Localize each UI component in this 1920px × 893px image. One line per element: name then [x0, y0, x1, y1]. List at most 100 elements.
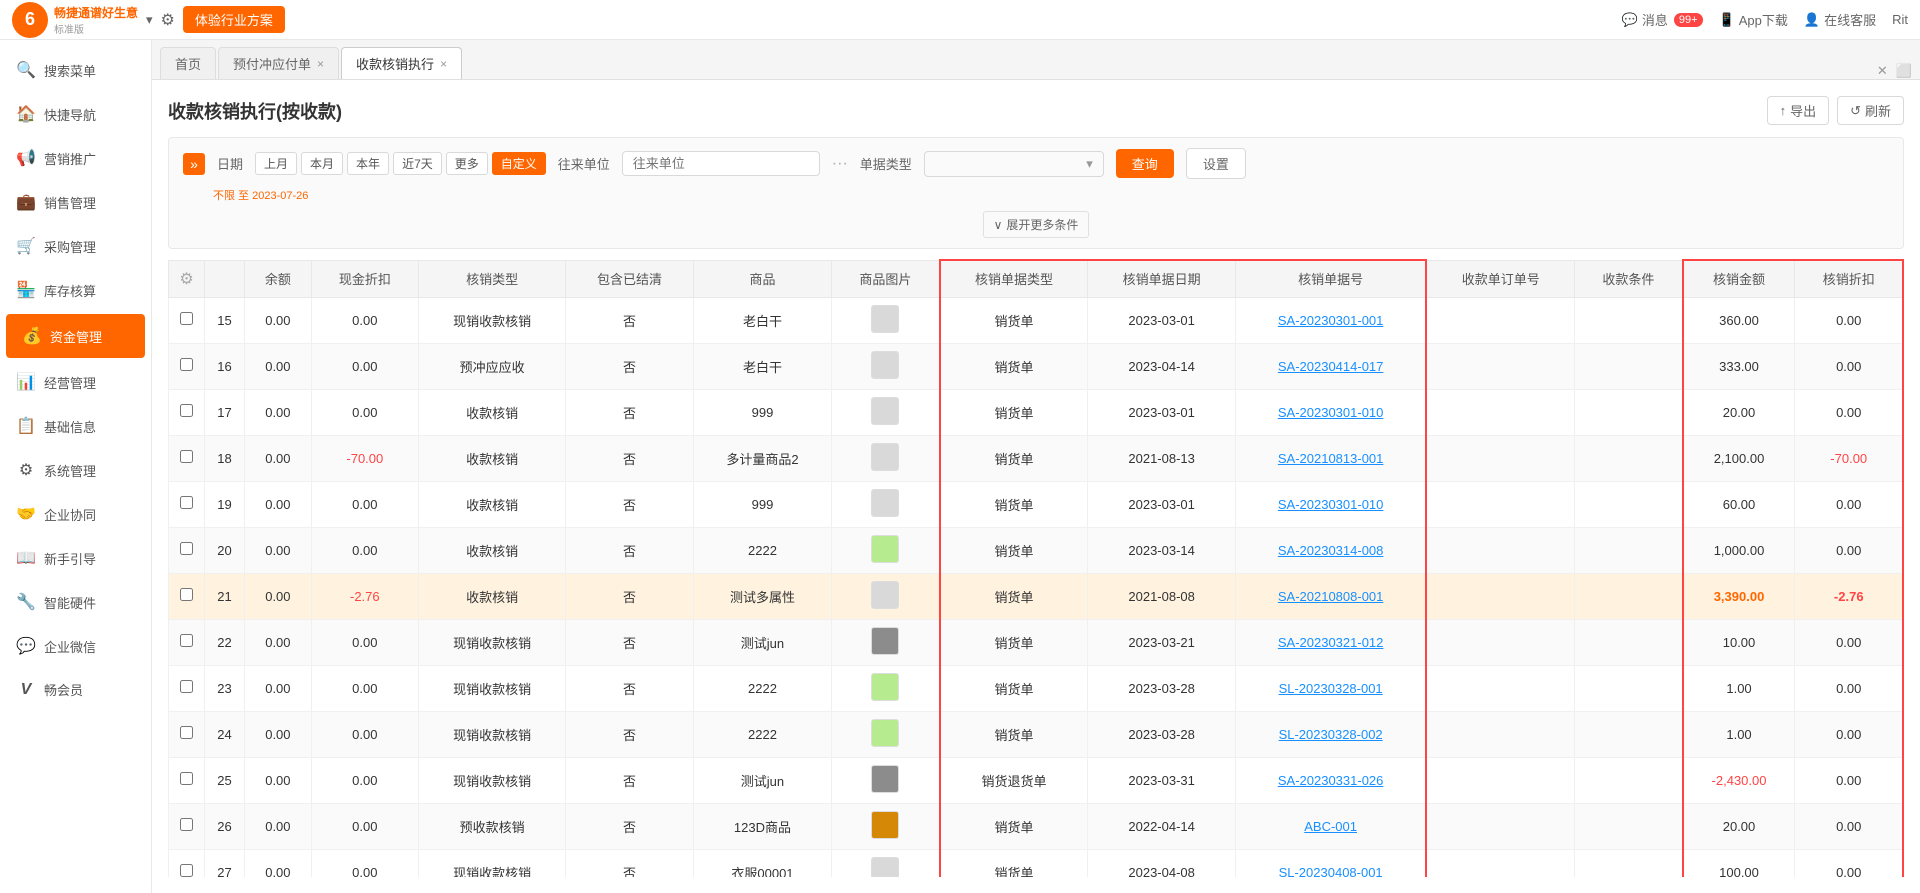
cell-checkbox[interactable]: [169, 297, 205, 343]
tab-collection-close[interactable]: ×: [440, 57, 447, 71]
cell-verify-number[interactable]: SL-20230408-001: [1235, 849, 1426, 877]
verify-number-link[interactable]: ABC-001: [1304, 819, 1357, 834]
cell-collection-condition: [1575, 297, 1683, 343]
cell-verify-number[interactable]: ABC-001: [1235, 803, 1426, 849]
verify-number-link[interactable]: SA-20230414-017: [1278, 359, 1384, 374]
sidebar-item-guide[interactable]: 📖 新手引导: [0, 536, 151, 580]
cell-verify-number[interactable]: SA-20230331-026: [1235, 757, 1426, 803]
cell-checkbox[interactable]: [169, 849, 205, 877]
expand-icon: ∨: [994, 218, 1003, 232]
cell-verify-number[interactable]: SL-20230328-002: [1235, 711, 1426, 757]
cell-checkbox[interactable]: [169, 573, 205, 619]
cell-verify-number[interactable]: SA-20210808-001: [1235, 573, 1426, 619]
query-btn[interactable]: 查询: [1116, 149, 1174, 178]
verify-number-link[interactable]: SA-20230331-026: [1278, 773, 1384, 788]
tab-collection[interactable]: 收款核销执行 ×: [341, 47, 462, 79]
cell-checkbox[interactable]: [169, 665, 205, 711]
sidebar-item-wechat[interactable]: 💬 企业微信: [0, 624, 151, 668]
voucher-type-select[interactable]: ▾: [924, 151, 1104, 177]
date-btn-this-year[interactable]: 本年: [347, 152, 389, 175]
message-group[interactable]: 💬 消息 99+: [1622, 10, 1703, 29]
cell-verify-number[interactable]: SA-20230414-017: [1235, 343, 1426, 389]
sidebar-item-inventory[interactable]: 🏪 库存核算: [0, 268, 151, 312]
cell-checkbox[interactable]: [169, 343, 205, 389]
verify-number-link[interactable]: SA-20210808-001: [1278, 589, 1384, 604]
cell-verify-number[interactable]: SA-20230314-008: [1235, 527, 1426, 573]
cell-checkbox[interactable]: [169, 389, 205, 435]
sidebar-item-hardware[interactable]: 🔧 智能硬件: [0, 580, 151, 624]
verify-number-link[interactable]: SA-20230321-012: [1278, 635, 1384, 650]
cell-checkbox[interactable]: [169, 711, 205, 757]
sidebar-item-marketing[interactable]: 📢 营销推广: [0, 136, 151, 180]
cell-checkbox[interactable]: [169, 435, 205, 481]
col-verify-date-header: 核销单据日期: [1088, 260, 1236, 297]
sidebar-item-corp[interactable]: 🤝 企业协同: [0, 492, 151, 536]
date-btn-more[interactable]: 更多: [446, 152, 488, 175]
verify-number-link[interactable]: SA-20230314-008: [1278, 543, 1384, 558]
window-expand-icon[interactable]: ⬜: [1896, 63, 1912, 79]
message-icon: 💬: [1622, 12, 1638, 28]
sidebar-item-purchase[interactable]: 🛒 采购管理: [0, 224, 151, 268]
sidebar-item-base[interactable]: 📋 基础信息: [0, 404, 151, 448]
user-group[interactable]: Rit: [1892, 12, 1908, 27]
cell-checkbox[interactable]: [169, 481, 205, 527]
cell-verify-amount: 2,100.00: [1683, 435, 1795, 481]
refresh-btn[interactable]: ↺ 刷新: [1837, 96, 1904, 125]
cell-verify-type: 现销收款核销: [418, 297, 566, 343]
col-settings-icon[interactable]: ⚙: [179, 271, 193, 288]
col-settings-header[interactable]: ⚙: [169, 260, 205, 297]
cell-verify-number[interactable]: SL-20230328-001: [1235, 665, 1426, 711]
cell-verify-discount: -2.76: [1795, 573, 1903, 619]
cell-verify-number[interactable]: SA-20230301-001: [1235, 297, 1426, 343]
setting-btn[interactable]: 设置: [1186, 148, 1246, 179]
export-icon: ↑: [1780, 103, 1787, 118]
trial-btn[interactable]: 体验行业方案: [183, 6, 285, 33]
cell-cash-discount: -2.76: [311, 573, 418, 619]
cell-checkbox[interactable]: [169, 803, 205, 849]
sidebar-item-sales[interactable]: 💼 销售管理: [0, 180, 151, 224]
page-actions: ↑ 导出 ↺ 刷新: [1767, 96, 1904, 125]
table-row: 190.000.00收款核销否999销货单2023-03-01SA-202303…: [169, 481, 1904, 527]
cell-collection-order: [1426, 573, 1574, 619]
verify-number-link[interactable]: SA-20210813-001: [1278, 451, 1384, 466]
tab-prepay-close[interactable]: ×: [317, 57, 324, 71]
settings-gear-icon[interactable]: ⚙: [161, 10, 175, 30]
cell-verify-number[interactable]: SA-20210813-001: [1235, 435, 1426, 481]
online-service-group[interactable]: 👤 在线客服: [1804, 10, 1876, 29]
filter-toggle-btn[interactable]: »: [183, 153, 205, 175]
cell-verify-number[interactable]: SA-20230301-010: [1235, 389, 1426, 435]
date-btn-last-month[interactable]: 上月: [255, 152, 297, 175]
member-icon: V: [16, 681, 36, 699]
date-btn-this-month[interactable]: 本月: [301, 152, 343, 175]
from-unit-label: 往来单位: [558, 154, 610, 173]
sidebar-item-member[interactable]: V 畅会员: [0, 668, 151, 711]
date-btn-7days[interactable]: 近7天: [393, 152, 442, 175]
window-close-icon[interactable]: ✕: [1877, 63, 1888, 79]
sidebar-item-system[interactable]: ⚙ 系统管理: [0, 448, 151, 492]
date-btn-custom[interactable]: 自定义: [492, 152, 546, 175]
cell-checkbox[interactable]: [169, 619, 205, 665]
sidebar-item-search[interactable]: 🔍 搜索菜单: [0, 48, 151, 92]
cell-cash-discount: 0.00: [311, 665, 418, 711]
cell-verify-number[interactable]: SA-20230301-010: [1235, 481, 1426, 527]
export-btn[interactable]: ↑ 导出: [1767, 96, 1830, 125]
verify-number-link[interactable]: SA-20230301-010: [1278, 405, 1384, 420]
cell-checkbox[interactable]: [169, 757, 205, 803]
cell-verify-number[interactable]: SA-20230321-012: [1235, 619, 1426, 665]
sidebar-item-fund[interactable]: 💰 资金管理: [6, 314, 145, 358]
verify-number-link[interactable]: SL-20230408-001: [1279, 865, 1383, 878]
verify-number-link[interactable]: SL-20230328-002: [1279, 727, 1383, 742]
cell-verify-discount: 0.00: [1795, 389, 1903, 435]
sidebar-item-operation[interactable]: 📊 经营管理: [0, 360, 151, 404]
verify-number-link[interactable]: SL-20230328-001: [1279, 681, 1383, 696]
from-unit-input[interactable]: [622, 151, 820, 176]
cell-checkbox[interactable]: [169, 527, 205, 573]
app-download-group[interactable]: 📱 App下载: [1719, 10, 1788, 29]
verify-number-link[interactable]: SA-20230301-001: [1278, 313, 1384, 328]
sidebar-item-nav[interactable]: 🏠 快捷导航: [0, 92, 151, 136]
brand-dropdown[interactable]: ▾: [146, 12, 153, 28]
tab-home[interactable]: 首页: [160, 47, 216, 79]
verify-number-link[interactable]: SA-20230301-010: [1278, 497, 1384, 512]
tab-prepay[interactable]: 预付冲应付单 ×: [218, 47, 339, 79]
expand-more-btn[interactable]: ∨ 展开更多条件: [983, 211, 1090, 238]
